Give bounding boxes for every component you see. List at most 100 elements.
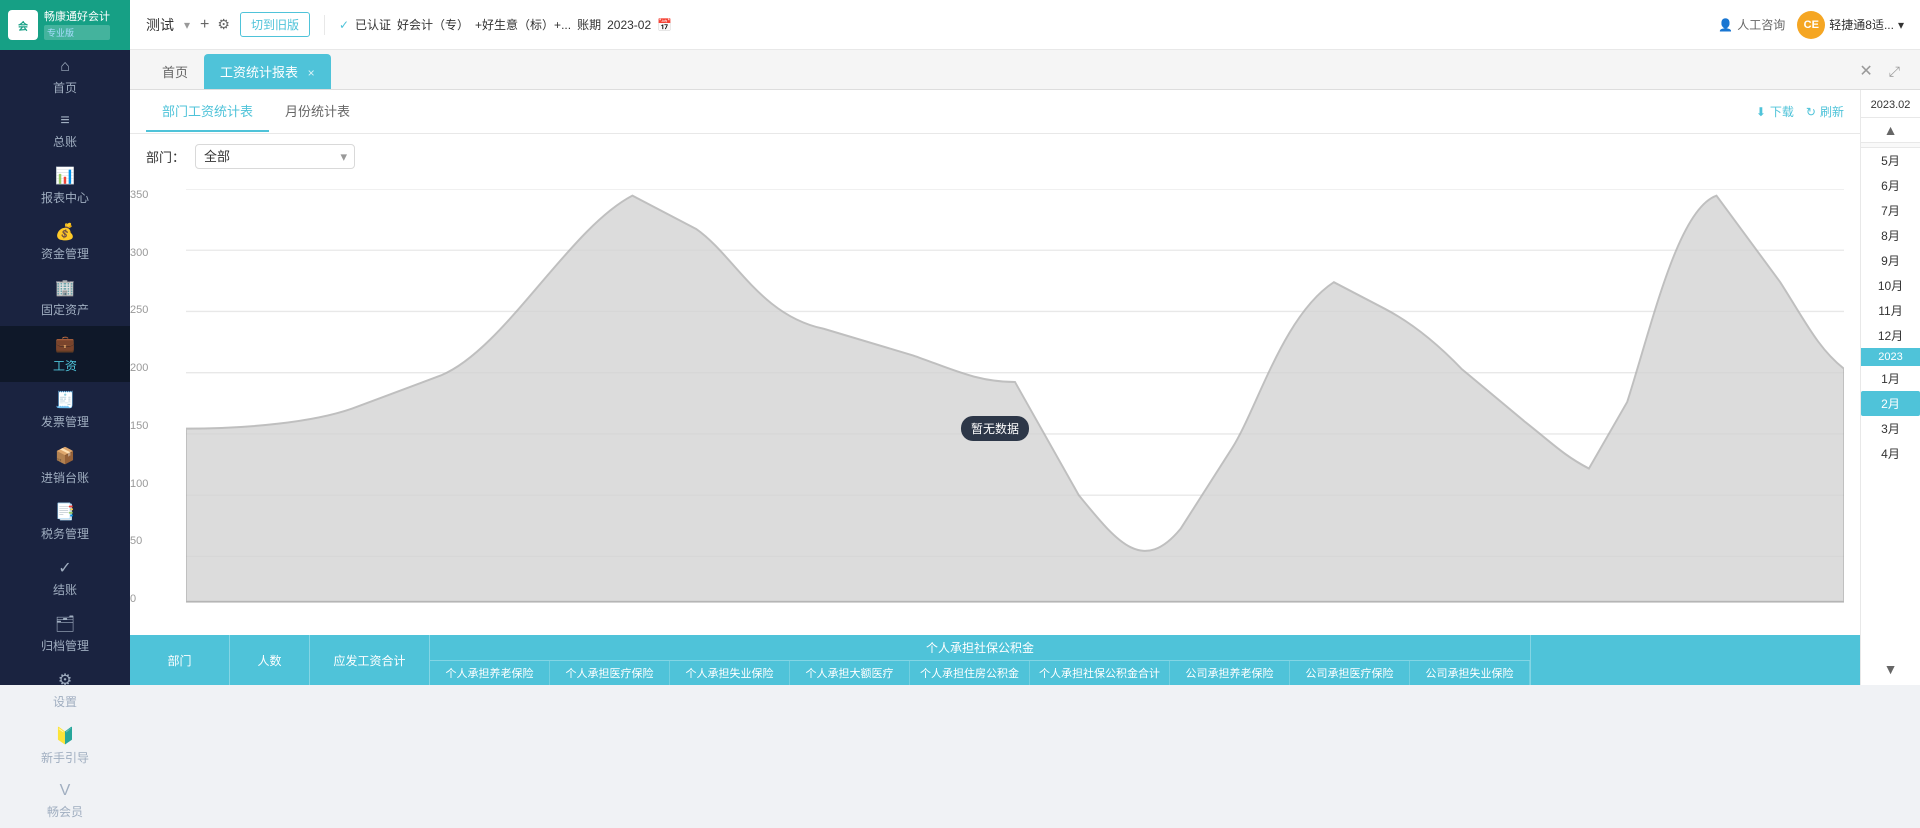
help-icon: 👤 [1718, 18, 1733, 32]
col-count-label: 人数 [257, 652, 281, 669]
sidebar: 会 畅康通好会计 专业版 ⌂ 首页 ≡ 总账 📊 报表中心 💰 资金管理 🏢 固… [0, 0, 130, 685]
rs-year-2023-header[interactable]: 2023 [1861, 348, 1920, 366]
logo-text: 畅康通好会计 [44, 10, 110, 24]
rs-month-11[interactable]: 11月 [1861, 298, 1920, 323]
sidebar-item-member[interactable]: V 畅会员 [0, 774, 130, 828]
rs-up-button[interactable]: ▲ [1880, 118, 1902, 142]
rs-month-9[interactable]: 9月 [1861, 248, 1920, 273]
period-label: 账期 [577, 16, 601, 33]
y-label-150: 150 [130, 420, 170, 432]
sidebar-item-sales[interactable]: 📦 进销台账 [0, 438, 130, 494]
subtabs: 部门工资统计表 月份统计表 ⬇ 下载 ↻ 刷新 [130, 90, 1860, 134]
sidebar-item-funds[interactable]: 💰 资金管理 [0, 214, 130, 270]
sidebar-label-guide: 新手引导 [41, 749, 89, 766]
sidebar-item-assets[interactable]: 🏢 固定资产 [0, 270, 130, 326]
switch-old-version-button[interactable]: 切到旧版 [240, 12, 310, 37]
refresh-icon: ↻ [1806, 105, 1816, 119]
tab-payroll[interactable]: 工资统计报表 × [204, 54, 331, 89]
logo-icon: 会 [8, 10, 38, 40]
rs-current-date: 2023.02 [1871, 99, 1911, 111]
sidebar-item-invoices[interactable]: 🧾 发票管理 [0, 382, 130, 438]
download-button[interactable]: ⬇ 下载 [1756, 103, 1794, 120]
tab-home[interactable]: 首页 [146, 54, 204, 89]
sidebar-label-assets: 固定资产 [41, 301, 89, 318]
rs-month-6[interactable]: 6月 [1861, 173, 1920, 198]
department-select[interactable]: 全部 财务部 销售部 行政部 技术部 [195, 144, 355, 169]
tab-close-icon[interactable]: × [308, 66, 315, 80]
rs-month-8[interactable]: 8月 [1861, 223, 1920, 248]
sidebar-item-reports[interactable]: 📊 报表中心 [0, 158, 130, 214]
topbar-settings-button[interactable]: ⚙ [217, 16, 230, 33]
rs-month-4[interactable]: 4月 [1861, 441, 1920, 466]
rs-month-3[interactable]: 3月 [1861, 416, 1920, 441]
sidebar-label-ledger: 总账 [53, 133, 77, 150]
archive-icon: 🗂 [55, 614, 75, 634]
period-value: 2023-02 [607, 18, 651, 32]
topbar-add-button[interactable]: + [200, 16, 209, 34]
window-maximize-button[interactable]: ⤢ [1885, 59, 1904, 84]
subtab-monthly[interactable]: 月份统计表 [269, 91, 366, 132]
home-icon: ⌂ [60, 58, 70, 76]
rs-month-5[interactable]: 5月 [1861, 148, 1920, 173]
sidebar-item-guide[interactable]: 🔰 新手引导 [0, 718, 130, 774]
sidebar-label-tax: 税务管理 [41, 525, 89, 542]
sidebar-label-archive: 归档管理 [41, 637, 89, 654]
logo-badge: 专业版 [44, 25, 110, 40]
rs-date-display: 2023.02 [1861, 90, 1920, 118]
calendar-icon[interactable]: 📅 [657, 18, 672, 32]
guide-icon: 🔰 [55, 726, 75, 746]
department-filter-wrapper: 全部 财务部 销售部 行政部 技术部 [195, 144, 355, 169]
sidebar-label-member: 畅会员 [47, 803, 83, 820]
rs-down-button[interactable]: ▼ [1880, 657, 1902, 685]
main-area: 测试 ▾ + ⚙ 切到旧版 ✓ 已认证 好会计（专） +好生意（标）+... 账… [130, 0, 1920, 685]
sidebar-item-payroll[interactable]: 💼 工资 [0, 326, 130, 382]
user-menu[interactable]: CE 轻捷通8适... ▾ [1797, 11, 1904, 39]
topbar-status: ✓ 已认证 好会计（专） +好生意（标）+... 账期 2023-02 📅 [339, 16, 672, 33]
y-label-100: 100 [130, 478, 170, 490]
sales-icon: 📦 [55, 446, 75, 466]
topbar-dropdown-arrow[interactable]: ▾ [184, 18, 190, 32]
sidebar-item-home[interactable]: ⌂ 首页 [0, 50, 130, 104]
sidebar-item-settle[interactable]: ✓ 结账 [0, 550, 130, 606]
rs-month-7[interactable]: 7月 [1861, 198, 1920, 223]
download-label: 下载 [1770, 103, 1794, 120]
user-dropdown-icon: ▾ [1898, 18, 1904, 32]
sidebar-item-ledger[interactable]: ≡ 总账 [0, 104, 130, 158]
help-button[interactable]: 👤 人工咨询 [1718, 16, 1785, 33]
rs-month-1[interactable]: 1月 [1861, 366, 1920, 391]
ledger-icon: ≡ [60, 112, 69, 130]
sidebar-item-settings[interactable]: ⚙ 设置 [0, 662, 130, 718]
tab-payroll-label: 工资统计报表 [220, 65, 298, 80]
table-footer: 部门 人数 应发工资合计 个人承担社保公积金 个人承担养老保险 个人承担医疗保险… [130, 635, 1860, 685]
window-close-button[interactable]: ✕ [1855, 57, 1876, 85]
user-avatar: CE [1797, 11, 1825, 39]
refresh-button[interactable]: ↻ 刷新 [1806, 103, 1844, 120]
rs-month-12[interactable]: 12月 [1861, 323, 1920, 348]
rs-month-10[interactable]: 10月 [1861, 273, 1920, 298]
col-personal-pension: 个人承担养老保险 [430, 661, 550, 685]
sidebar-item-archive[interactable]: 🗂 归档管理 [0, 606, 130, 662]
subtab-department[interactable]: 部门工资统计表 [146, 91, 269, 132]
sidebar-label-funds: 资金管理 [41, 245, 89, 262]
payroll-icon: 💼 [55, 334, 75, 354]
col-personal-medical: 个人承担医疗保险 [550, 661, 670, 685]
download-icon: ⬇ [1756, 105, 1766, 119]
sidebar-label-reports: 报表中心 [41, 189, 89, 206]
col-department: 部门 [130, 635, 230, 685]
col-personal-housing: 个人承担住房公积金 [910, 661, 1030, 685]
col-company-pension: 公司承担养老保险 [1170, 661, 1290, 685]
y-label-250: 250 [130, 304, 170, 316]
col-personal-bigmedical: 个人承担大额医疗 [790, 661, 910, 685]
assets-icon: 🏢 [55, 278, 75, 298]
sidebar-label-settings: 设置 [53, 693, 77, 710]
y-label-0: 0 [130, 593, 170, 605]
sidebar-item-tax[interactable]: 📑 税务管理 [0, 494, 130, 550]
rs-month-2-active[interactable]: 2月 [1861, 391, 1920, 416]
col-group-personal: 个人承担社保公积金 个人承担养老保险 个人承担医疗保险 个人承担失业保险 个人承… [430, 635, 1531, 685]
col-personal-total: 个人承担社保公积金合计 [1030, 661, 1170, 685]
y-label-200: 200 [130, 362, 170, 374]
topbar: 测试 ▾ + ⚙ 切到旧版 ✓ 已认证 好会计（专） +好生意（标）+... 账… [130, 0, 1920, 50]
sidebar-label-settle: 结账 [53, 581, 77, 598]
user-name: 轻捷通8适... [1829, 16, 1894, 33]
topbar-right: 👤 人工咨询 CE 轻捷通8适... ▾ [1718, 11, 1904, 39]
